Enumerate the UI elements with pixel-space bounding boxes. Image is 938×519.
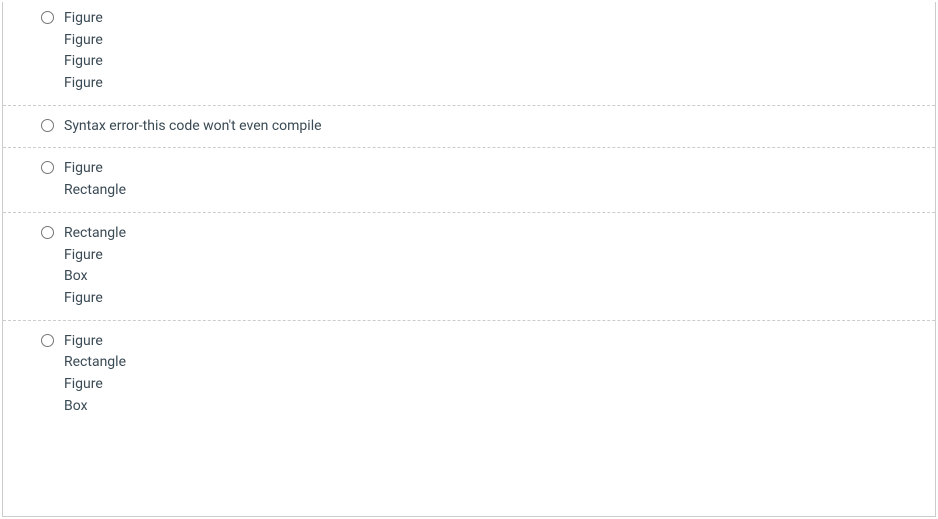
option-text-line: Figure: [64, 331, 915, 353]
radio-option-4[interactable]: [41, 226, 54, 239]
radio-option-5[interactable]: [41, 334, 54, 347]
option-content: Syntax error-this code won't even compil…: [64, 116, 915, 138]
option-text-line: Figure: [64, 73, 915, 95]
option-content: Figure Figure Figure Figure: [64, 8, 915, 95]
answer-option[interactable]: Figure Rectangle: [3, 147, 935, 211]
option-text-line: Rectangle: [64, 223, 915, 245]
option-text-line: Figure: [64, 374, 915, 396]
option-text-line: Figure: [64, 288, 915, 310]
option-content: Rectangle Figure Box Figure: [64, 223, 915, 310]
option-content: Figure Rectangle: [64, 158, 915, 201]
option-text-line: Figure: [64, 30, 915, 52]
radio-option-2[interactable]: [41, 119, 54, 132]
answer-option[interactable]: Syntax error-this code won't even compil…: [3, 105, 935, 148]
option-text-line: Figure: [64, 245, 915, 267]
option-text-line: Box: [64, 396, 915, 418]
option-text-line: Syntax error-this code won't even compil…: [64, 116, 915, 138]
option-text-line: Rectangle: [64, 352, 915, 374]
option-text-line: Figure: [64, 51, 915, 73]
radio-option-1[interactable]: [41, 11, 54, 24]
question-options-panel: Figure Figure Figure Figure Syntax error…: [2, 2, 936, 517]
option-text-line: Box: [64, 266, 915, 288]
option-text-line: Figure: [64, 8, 915, 30]
option-text-line: Rectangle: [64, 180, 915, 202]
answer-option[interactable]: Figure Figure Figure Figure: [3, 2, 935, 105]
answer-option[interactable]: Figure Rectangle Figure Box: [3, 320, 935, 428]
option-content: Figure Rectangle Figure Box: [64, 331, 915, 418]
radio-option-3[interactable]: [41, 161, 54, 174]
answer-option[interactable]: Rectangle Figure Box Figure: [3, 212, 935, 320]
option-text-line: Figure: [64, 158, 915, 180]
